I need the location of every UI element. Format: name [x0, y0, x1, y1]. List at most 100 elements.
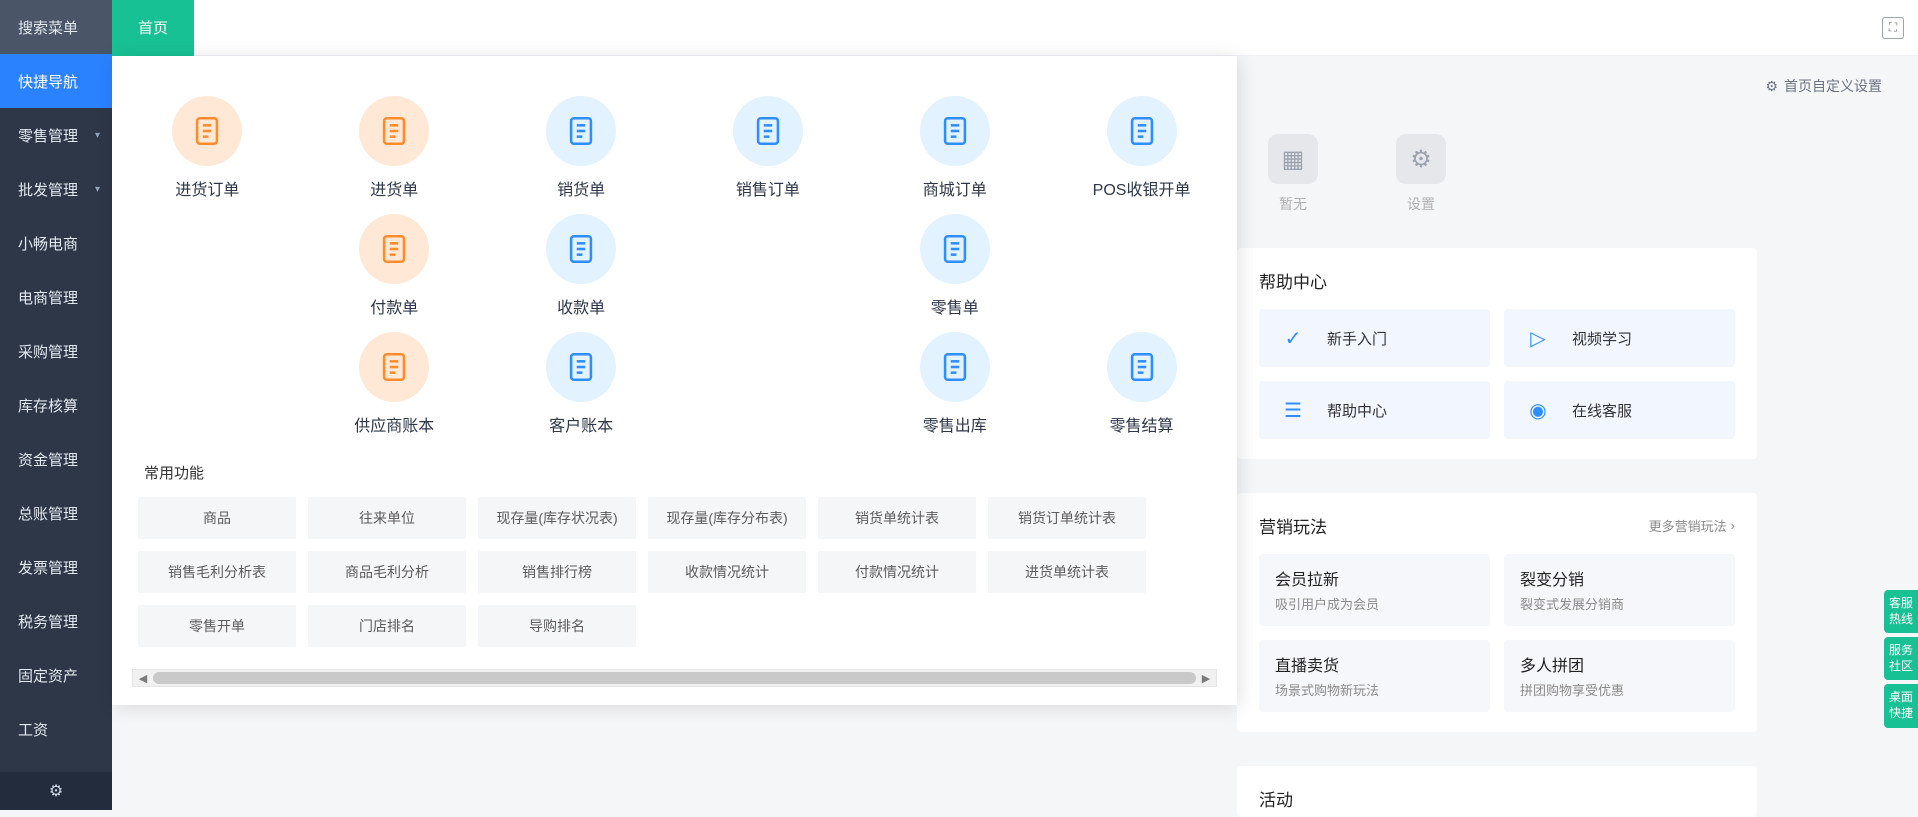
help-card-1[interactable]: ▷ 视频学习 — [1504, 309, 1735, 367]
flow-node-销售订单[interactable]: 销售订单 — [692, 96, 843, 200]
common-fn-9[interactable]: 收款情况统计 — [648, 551, 806, 593]
flow-label: 销售订单 — [736, 176, 800, 200]
tile-2[interactable]: ▦ 暂无 — [1253, 134, 1333, 214]
fullscreen-icon[interactable]: ⛶ — [1882, 17, 1904, 39]
mkt-card-2[interactable]: 直播卖货场景式购物新玩法 — [1259, 640, 1490, 712]
tile-icon: ▦ — [1268, 134, 1318, 184]
sidebar-item-label: 采购管理 — [18, 341, 78, 362]
sidebar-item-8[interactable]: 总账管理 — [0, 486, 112, 540]
marketing-panel: 营销玩法 更多营销玩法 › 会员拉新吸引用户成为会员裂变分销裂变式发展分销商直播… — [1237, 493, 1757, 732]
help-card-label: 视频学习 — [1572, 328, 1632, 349]
help-title: 帮助中心 — [1259, 268, 1327, 293]
common-fn-4[interactable]: 销货单统计表 — [818, 497, 976, 539]
sidebar-item-2[interactable]: 批发管理▾ — [0, 162, 112, 216]
flow-node-销货单[interactable]: 销货单 — [506, 96, 657, 200]
help-card-label: 帮助中心 — [1327, 400, 1387, 421]
flow-label: 销货单 — [557, 176, 605, 200]
tile-label: 暂无 — [1279, 194, 1307, 214]
sidebar-item-0[interactable]: 快捷导航 — [0, 54, 112, 108]
tab-home[interactable]: 首页 — [112, 0, 194, 56]
common-fn-0[interactable]: 商品 — [138, 497, 296, 539]
common-fn-2[interactable]: 现存量(库存状况表) — [478, 497, 636, 539]
common-fn-11[interactable]: 进货单统计表 — [988, 551, 1146, 593]
flow-node-收款单[interactable]: 收款单 — [506, 214, 657, 318]
sidebar-item-10[interactable]: 税务管理 — [0, 594, 112, 648]
flow-label: 零售出库 — [923, 412, 987, 436]
tile-icon: ⚙ — [1396, 134, 1446, 184]
flow-node-零售结算[interactable]: 零售结算 — [1066, 332, 1217, 436]
flow-node-客户账本[interactable]: 客户账本 — [506, 332, 657, 436]
common-fn-3[interactable]: 现存量(库存分布表) — [648, 497, 806, 539]
gear-icon: ⚙ — [49, 781, 63, 801]
sidebar-item-label: 固定资产 — [18, 665, 78, 686]
float-tag-0[interactable]: 客服热线 — [1884, 590, 1918, 633]
common-fn-14[interactable]: 导购排名 — [478, 605, 636, 647]
common-fn-13[interactable]: 门店排名 — [308, 605, 466, 647]
flow-node-商城订单[interactable]: 商城订单 — [879, 96, 1030, 200]
doc-icon — [546, 332, 616, 402]
mkt-card-title: 会员拉新 — [1275, 566, 1474, 590]
float-tag-2[interactable]: 桌面快捷 — [1884, 684, 1918, 727]
help-panel: 帮助中心 ✓新手入门 ▷ 视频学习 ☰帮助中心◉在线客服 — [1237, 248, 1757, 459]
flow-node-付款单[interactable]: 付款单 — [319, 214, 470, 318]
help-card-label: 在线客服 — [1572, 400, 1632, 421]
sidebar-item-11[interactable]: 固定资产 — [0, 648, 112, 702]
sidebar-item-5[interactable]: 采购管理 — [0, 324, 112, 378]
common-fn-1[interactable]: 往来单位 — [308, 497, 466, 539]
sidebar-item-3[interactable]: 小畅电商 — [0, 216, 112, 270]
topbar: 首页 ⛶ — [112, 0, 1918, 56]
flow-row-2: 付款单收款单 零售单 — [132, 214, 1217, 318]
tile-3[interactable]: ⚙设置 — [1381, 134, 1461, 214]
sidebar-item-1[interactable]: 零售管理▾ — [0, 108, 112, 162]
flow-node-POS收银开单[interactable]: POS收银开单 — [1066, 96, 1217, 200]
sidebar-item-label: 批发管理 — [18, 179, 78, 200]
mkt-card-title: 直播卖货 — [1275, 652, 1474, 676]
help-card-3[interactable]: ◉在线客服 — [1504, 381, 1735, 439]
mkt-card-3[interactable]: 多人拼团拼团购物享受优惠 — [1504, 640, 1735, 712]
topbar-right: ⛶ — [1882, 17, 1918, 39]
flow-node-零售单[interactable]: 零售单 — [879, 214, 1030, 318]
doc-icon — [172, 96, 242, 166]
flow-label: 收款单 — [557, 294, 605, 318]
doc-icon — [546, 214, 616, 284]
common-fn-7[interactable]: 商品毛利分析 — [308, 551, 466, 593]
flow-node-零售出库[interactable]: 零售出库 — [879, 332, 1030, 436]
help-card-2[interactable]: ☰帮助中心 — [1259, 381, 1490, 439]
activity-title: 活动 — [1259, 786, 1293, 811]
sidebar-settings[interactable]: ⚙ — [0, 772, 112, 810]
common-fn-12[interactable]: 零售开单 — [138, 605, 296, 647]
common-fn-5[interactable]: 销货订单统计表 — [988, 497, 1146, 539]
mkt-card-0[interactable]: 会员拉新吸引用户成为会员 — [1259, 554, 1490, 626]
main-area: ▦现金流量表▦往来单位▦暂无⚙设置 帮助中心 ✓新手入门▷视频学习☰帮助中心◉在… — [1237, 56, 1918, 817]
mkt-card-sub: 拼团购物享受优惠 — [1520, 680, 1719, 699]
help-card-0[interactable]: ✓新手入门 — [1259, 309, 1490, 367]
help-card-icon: ▷ — [1520, 320, 1556, 356]
sidebar-item-9[interactable]: 发票管理 — [0, 540, 112, 594]
doc-icon — [920, 332, 990, 402]
doc-icon — [920, 96, 990, 166]
float-tag-1[interactable]: 服务社区 — [1884, 637, 1918, 680]
scroll-right-icon[interactable]: ▶ — [1196, 672, 1216, 685]
flyout-scrollbar[interactable]: ◀ ▶ — [132, 669, 1217, 687]
doc-icon — [733, 96, 803, 166]
common-fn-6[interactable]: 销售毛利分析表 — [138, 551, 296, 593]
scroll-thumb[interactable] — [153, 672, 1196, 684]
common-functions-title: 常用功能 — [144, 462, 1217, 483]
scroll-left-icon[interactable]: ◀ — [133, 672, 153, 685]
flow-node-进货订单[interactable]: 进货订单 — [132, 96, 283, 200]
sidebar-item-7[interactable]: 资金管理 — [0, 432, 112, 486]
common-fn-8[interactable]: 销售排行榜 — [478, 551, 636, 593]
flow-node-供应商账本[interactable]: 供应商账本 — [319, 332, 470, 436]
sidebar-item-4[interactable]: 电商管理 — [0, 270, 112, 324]
marketing-more-link[interactable]: 更多营销玩法 › — [1649, 516, 1735, 535]
mkt-card-1[interactable]: 裂变分销裂变式发展分销商 — [1504, 554, 1735, 626]
common-fn-10[interactable]: 付款情况统计 — [818, 551, 976, 593]
flow-label: 进货单 — [370, 176, 418, 200]
mkt-card-sub: 裂变式发展分销商 — [1520, 594, 1719, 613]
doc-icon — [920, 214, 990, 284]
flow-node-进货单[interactable]: 进货单 — [319, 96, 470, 200]
sidebar-item-6[interactable]: 库存核算 — [0, 378, 112, 432]
sidebar-item-12[interactable]: 工资 — [0, 702, 112, 756]
sidebar-search[interactable]: 搜索菜单 — [0, 0, 112, 54]
quicknav-flyout: 进货订单进货单 销货单 销售订单 商城订单 POS收银开单 付款单收款单 零售单 供应商账… — [112, 56, 1237, 705]
